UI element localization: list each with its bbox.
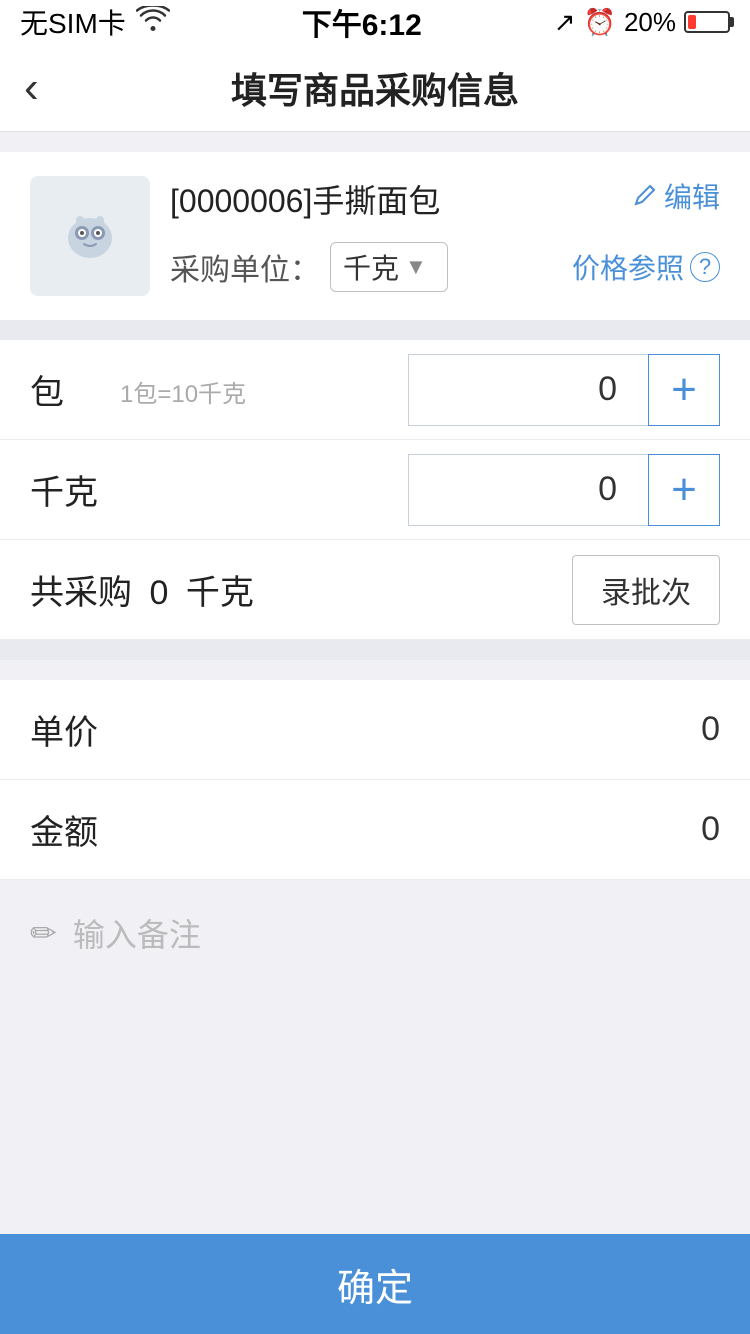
battery-icon <box>684 11 730 33</box>
alarm-icon: ⏰ <box>584 7 616 38</box>
carrier-label: 无SIM卡 <box>20 2 126 42</box>
remark-section[interactable]: ✏ 输入备注 <box>0 880 750 986</box>
qty-input-kg[interactable] <box>408 454 648 526</box>
price-row-total: 金额 0 <box>0 780 750 880</box>
qty-input-bao[interactable] <box>408 354 648 426</box>
summary-text: 共采购 0 千克 <box>30 565 254 614</box>
input-label-kg: 千克 <box>30 465 110 514</box>
wifi-icon <box>136 6 170 39</box>
price-label-total: 金额 <box>30 805 98 854</box>
page-title: 填写商品采购信息 <box>231 62 519 114</box>
input-row-bao: 包 1包=10千克 + <box>0 340 750 440</box>
price-value-unit: 0 <box>701 710 720 749</box>
product-thumbnail <box>30 176 150 296</box>
plus-button-kg[interactable]: + <box>648 454 720 526</box>
price-value-total: 0 <box>701 810 720 849</box>
product-info: [0000006]手撕面包 编辑 采购单位： 千克 ▼ 价格参照 ? <box>170 176 720 292</box>
status-bar-right: ↗ ⏰ 20% <box>554 7 730 38</box>
input-sub-bao: 1包=10千克 <box>120 374 246 409</box>
product-card: [0000006]手撕面包 编辑 采购单位： 千克 ▼ 价格参照 ? <box>0 152 750 320</box>
status-bar-left: 无SIM卡 <box>20 2 170 42</box>
summary-row: 共采购 0 千克 录批次 <box>0 540 750 640</box>
batch-button[interactable]: 录批次 <box>572 555 720 625</box>
confirm-button[interactable]: 确定 <box>0 1234 750 1334</box>
battery-percent: 20% <box>624 7 676 38</box>
input-section: 包 1包=10千克 + 千克 + 共采购 0 千克 录批次 <box>0 340 750 640</box>
input-row-kg: 千克 + <box>0 440 750 540</box>
price-label-unit: 单价 <box>30 705 98 754</box>
divider-2 <box>0 640 750 660</box>
plus-button-bao[interactable]: + <box>648 354 720 426</box>
price-row-unit: 单价 0 <box>0 680 750 780</box>
product-name: [0000006]手撕面包 <box>170 176 440 222</box>
pencil-icon: ✏ <box>30 914 57 952</box>
status-bar-time: 下午6:12 <box>302 0 422 44</box>
input-label-bao: 包 <box>30 365 110 414</box>
dropdown-arrow-icon: ▼ <box>405 254 427 280</box>
unit-label: 采购单位： <box>170 245 320 289</box>
nav-bar: ‹ 填写商品采购信息 <box>0 44 750 132</box>
price-section: 单价 0 金额 0 <box>0 680 750 880</box>
price-ref-button[interactable]: 价格参照 ? <box>572 247 720 287</box>
back-button[interactable]: ‹ <box>24 66 39 110</box>
remark-placeholder: 输入备注 <box>73 910 201 956</box>
status-bar: 无SIM卡 下午6:12 ↗ ⏰ 20% <box>0 0 750 44</box>
edit-button[interactable]: 编辑 <box>632 176 720 216</box>
divider-1 <box>0 320 750 340</box>
unit-select[interactable]: 千克 ▼ <box>330 242 448 292</box>
location-icon: ↗ <box>554 7 576 38</box>
price-ref-info-icon: ? <box>690 252 720 282</box>
